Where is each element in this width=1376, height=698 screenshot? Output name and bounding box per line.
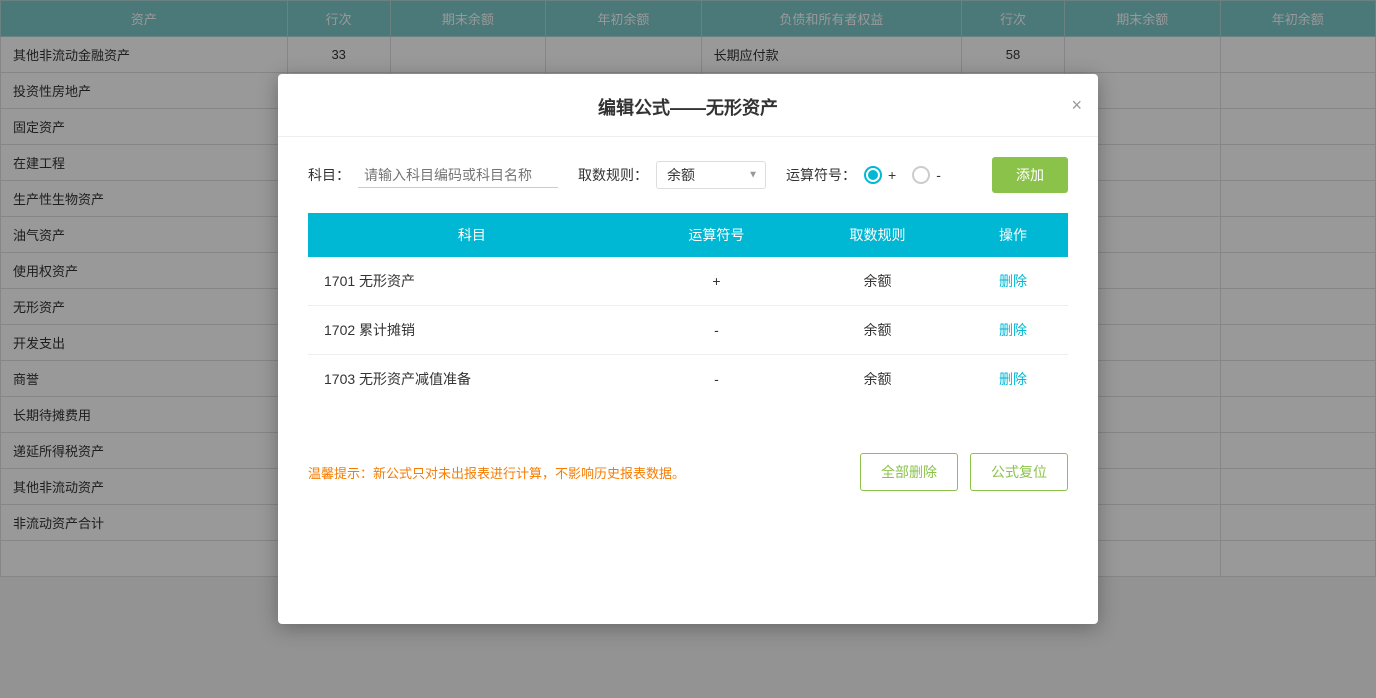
formula-table-row: 1701 无形资产 + 余额 删除 [308, 257, 1068, 306]
cell-operator: - [636, 306, 797, 355]
col-action: 操作 [958, 213, 1068, 257]
reset-formula-button[interactable]: 公式复位 [970, 453, 1068, 491]
cell-operator: + [636, 257, 797, 306]
modal-container: 编辑公式——无形资产 × 科目： 取数规则： 余额 借方 贷方 [278, 74, 1098, 624]
cell-subject: 1702 累计摊销 [308, 306, 636, 355]
hint-text: 温馨提示：新公式只对未出报表进行计算，不影响历史报表数据。 [308, 463, 685, 482]
radio-minus-item[interactable]: - [912, 166, 941, 184]
cell-action: 删除 [958, 355, 1068, 404]
radio-group: + - [864, 166, 941, 184]
radio-plus-circle [864, 166, 882, 184]
delete-all-button[interactable]: 全部删除 [860, 453, 958, 491]
modal-footer: 温馨提示：新公式只对未出报表进行计算，不影响历史报表数据。 全部删除 公式复位 [278, 443, 1098, 501]
modal-close-button[interactable]: × [1071, 96, 1082, 114]
modal-body: 科目： 取数规则： 余额 借方 贷方 借方发生额 贷方发生额 ▼ [278, 137, 1098, 443]
add-button[interactable]: 添加 [992, 157, 1068, 193]
modal-overlay: 编辑公式——无形资产 × 科目： 取数规则： 余额 借方 贷方 [0, 0, 1376, 698]
operator-group: 运算符号： + - [786, 165, 941, 185]
formula-table: 科目 运算符号 取数规则 操作 1701 无形资产 + 余额 删除 1702 累… [308, 213, 1068, 403]
cell-subject: 1701 无形资产 [308, 257, 636, 306]
delete-row-button[interactable]: 删除 [999, 322, 1027, 338]
formula-table-row: 1703 无形资产减值准备 - 余额 删除 [308, 355, 1068, 404]
delete-row-button[interactable]: 删除 [999, 273, 1027, 289]
delete-row-button[interactable]: 删除 [999, 371, 1027, 387]
radio-minus-circle [912, 166, 930, 184]
cell-action: 删除 [958, 257, 1068, 306]
col-subject: 科目 [308, 213, 636, 257]
subject-input[interactable] [358, 163, 558, 188]
radio-plus-label: + [888, 167, 896, 183]
cell-rule: 余额 [797, 306, 958, 355]
radio-minus-label: - [936, 167, 941, 183]
subject-group: 科目： [308, 163, 558, 188]
form-row: 科目： 取数规则： 余额 借方 贷方 借方发生额 贷方发生额 ▼ [308, 157, 1068, 193]
cell-rule: 余额 [797, 257, 958, 306]
rule-label: 取数规则： [578, 165, 648, 185]
formula-table-row: 1702 累计摊销 - 余额 删除 [308, 306, 1068, 355]
cell-operator: - [636, 355, 797, 404]
rule-select[interactable]: 余额 借方 贷方 借方发生额 贷方发生额 [656, 161, 766, 189]
col-operator: 运算符号 [636, 213, 797, 257]
cell-action: 删除 [958, 306, 1068, 355]
cell-rule: 余额 [797, 355, 958, 404]
modal-header: 编辑公式——无形资产 × [278, 74, 1098, 137]
rule-group: 取数规则： 余额 借方 贷方 借方发生额 贷方发生额 ▼ [578, 161, 766, 189]
footer-buttons: 全部删除 公式复位 [860, 453, 1068, 491]
rule-select-wrapper: 余额 借方 贷方 借方发生额 贷方发生额 ▼ [656, 161, 766, 189]
subject-label: 科目： [308, 165, 350, 185]
col-rule: 取数规则 [797, 213, 958, 257]
table-header-row: 科目 运算符号 取数规则 操作 [308, 213, 1068, 257]
modal-title: 编辑公式——无形资产 [598, 98, 778, 118]
cell-subject: 1703 无形资产减值准备 [308, 355, 636, 404]
operator-label: 运算符号： [786, 165, 856, 185]
radio-plus-item[interactable]: + [864, 166, 896, 184]
